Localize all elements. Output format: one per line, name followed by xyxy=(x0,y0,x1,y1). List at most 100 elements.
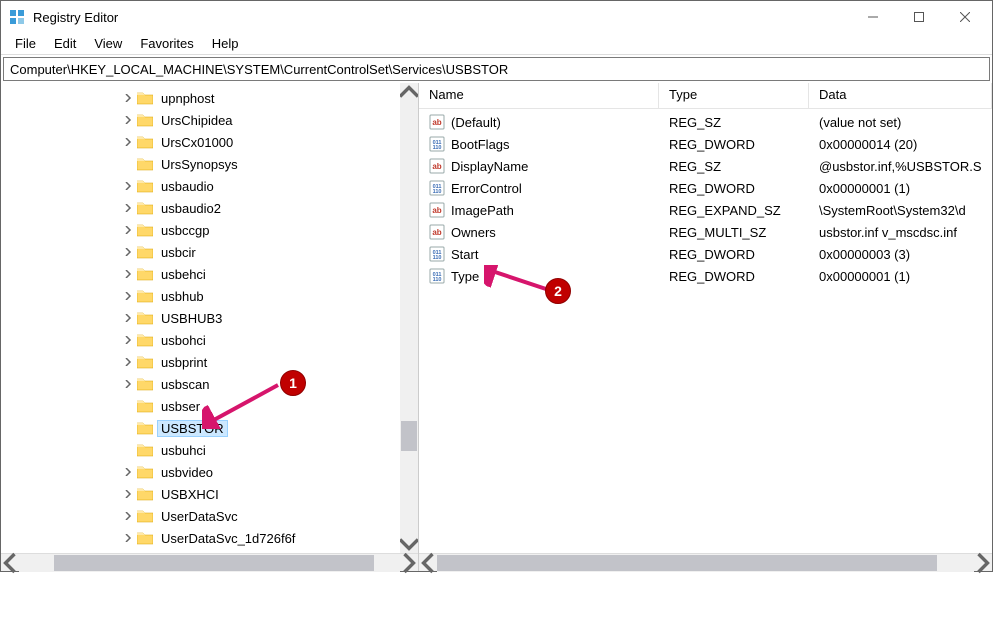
chevron-right-icon[interactable] xyxy=(121,91,135,105)
menu-help[interactable]: Help xyxy=(204,34,247,53)
tree-item-label: usbccgp xyxy=(157,222,213,239)
value-type: REG_DWORD xyxy=(659,137,809,152)
chevron-right-icon[interactable] xyxy=(121,267,135,281)
menu-view[interactable]: View xyxy=(86,34,130,53)
value-row-errorcontrol[interactable]: ErrorControlREG_DWORD0x00000001 (1) xyxy=(419,177,992,199)
tree-item-label: UserDataSvc xyxy=(157,508,242,525)
column-name[interactable]: Name xyxy=(419,83,659,108)
chevron-right-icon[interactable] xyxy=(121,333,135,347)
scroll-up-icon[interactable] xyxy=(400,83,418,101)
chevron-right-icon[interactable] xyxy=(121,355,135,369)
address-bar[interactable]: Computer\HKEY_LOCAL_MACHINE\SYSTEM\Curre… xyxy=(3,57,990,81)
tree-item-label: usbvideo xyxy=(157,464,217,481)
folder-icon xyxy=(137,531,153,545)
tree-item-userdatasvc_1d726f6f[interactable]: UserDataSvc_1d726f6f xyxy=(1,527,418,549)
chevron-right-icon[interactable] xyxy=(121,531,135,545)
value-name: Type xyxy=(451,269,479,284)
folder-icon xyxy=(137,201,153,215)
tree-item-usbccgp[interactable]: usbccgp xyxy=(1,219,418,241)
tree-item-usbehci[interactable]: usbehci xyxy=(1,263,418,285)
value-row-start[interactable]: StartREG_DWORD0x00000003 (3) xyxy=(419,243,992,265)
column-data[interactable]: Data xyxy=(809,83,992,108)
tree-hscrollbar[interactable] xyxy=(1,553,418,571)
folder-icon xyxy=(137,245,153,259)
tree-item-usbhub[interactable]: usbhub xyxy=(1,285,418,307)
tree-item-usbxhci[interactable]: USBXHCI xyxy=(1,483,418,505)
folder-icon xyxy=(137,465,153,479)
annotation-badge-2: 2 xyxy=(545,278,571,304)
value-name: ImagePath xyxy=(451,203,514,218)
chevron-right-icon xyxy=(121,443,135,457)
hscroll-thumb[interactable] xyxy=(437,555,937,571)
tree-item-label: usbohci xyxy=(157,332,210,349)
folder-icon xyxy=(137,421,153,435)
tree-item-label: usbuhci xyxy=(157,442,210,459)
tree-item-usbprint[interactable]: usbprint xyxy=(1,351,418,373)
list-hscrollbar[interactable] xyxy=(419,553,992,571)
column-type[interactable]: Type xyxy=(659,83,809,108)
list-header: Name Type Data xyxy=(419,83,992,109)
chevron-right-icon[interactable] xyxy=(121,487,135,501)
reg-sz-icon xyxy=(429,158,445,174)
chevron-right-icon[interactable] xyxy=(121,179,135,193)
value-row-imagepath[interactable]: ImagePathREG_EXPAND_SZ\SystemRoot\System… xyxy=(419,199,992,221)
close-button[interactable] xyxy=(942,1,988,33)
maximize-button[interactable] xyxy=(896,1,942,33)
tree-item-userdatasvc[interactable]: UserDataSvc xyxy=(1,505,418,527)
chevron-right-icon[interactable] xyxy=(121,135,135,149)
tree-item-usbvideo[interactable]: usbvideo xyxy=(1,461,418,483)
tree-item-usbaudio[interactable]: usbaudio xyxy=(1,175,418,197)
folder-icon xyxy=(137,157,153,171)
chevron-right-icon[interactable] xyxy=(121,223,135,237)
value-type: REG_DWORD xyxy=(659,269,809,284)
scroll-left-icon[interactable] xyxy=(1,554,19,572)
chevron-right-icon[interactable] xyxy=(121,311,135,325)
chevron-right-icon[interactable] xyxy=(121,201,135,215)
tree-item-urscx01000[interactable]: UrsCx01000 xyxy=(1,131,418,153)
list-pane: Name Type Data (Default)REG_SZ(value not… xyxy=(419,83,992,571)
chevron-right-icon[interactable] xyxy=(121,377,135,391)
tree-item-label: UrsChipidea xyxy=(157,112,237,129)
window-title: Registry Editor xyxy=(33,10,118,25)
tree-item-usbhub3[interactable]: USBHUB3 xyxy=(1,307,418,329)
list-body[interactable]: (Default)REG_SZ(value not set)BootFlagsR… xyxy=(419,109,992,553)
chevron-right-icon[interactable] xyxy=(121,289,135,303)
vscroll-thumb[interactable] xyxy=(401,421,417,451)
tree-item-usbcir[interactable]: usbcir xyxy=(1,241,418,263)
tree-item-usbaudio2[interactable]: usbaudio2 xyxy=(1,197,418,219)
tree-item-label: UserDataSvc_1d726f6f xyxy=(157,530,299,547)
chevron-right-icon[interactable] xyxy=(121,245,135,259)
chevron-right-icon[interactable] xyxy=(121,113,135,127)
tree-scroll[interactable]: upnphost UrsChipidea UrsCx01000UrsSynopsys… xyxy=(1,83,418,553)
folder-icon xyxy=(137,399,153,413)
menu-favorites[interactable]: Favorites xyxy=(132,34,201,53)
value-row-bootflags[interactable]: BootFlagsREG_DWORD0x00000014 (20) xyxy=(419,133,992,155)
hscroll-thumb[interactable] xyxy=(54,555,374,571)
value-row-owners[interactable]: OwnersREG_MULTI_SZusbstor.inf v_mscdsc.i… xyxy=(419,221,992,243)
chevron-right-icon xyxy=(121,157,135,171)
minimize-button[interactable] xyxy=(850,1,896,33)
scroll-down-icon[interactable] xyxy=(400,535,418,553)
address-text: Computer\HKEY_LOCAL_MACHINE\SYSTEM\Curre… xyxy=(10,62,508,77)
value-row-displayname[interactable]: DisplayNameREG_SZ@usbstor.inf,%USBSTOR.S xyxy=(419,155,992,177)
tree-item-usbohci[interactable]: usbohci xyxy=(1,329,418,351)
value-row-default[interactable]: (Default)REG_SZ(value not set) xyxy=(419,111,992,133)
reg-binary-icon xyxy=(429,180,445,196)
titlebar[interactable]: Registry Editor xyxy=(1,1,992,33)
chevron-right-icon[interactable] xyxy=(121,509,135,523)
tree-item-usbuhci[interactable]: usbuhci xyxy=(1,439,418,461)
tree-item-upnphost[interactable]: upnphost xyxy=(1,87,418,109)
value-data: usbstor.inf v_mscdsc.inf xyxy=(809,225,992,240)
annotation-badge-1: 1 xyxy=(280,370,306,396)
menu-edit[interactable]: Edit xyxy=(46,34,84,53)
tree-vscrollbar[interactable] xyxy=(400,83,418,553)
menu-file[interactable]: File xyxy=(7,34,44,53)
tree-item-urschipidea[interactable]: UrsChipidea xyxy=(1,109,418,131)
folder-icon xyxy=(137,355,153,369)
scroll-right-icon[interactable] xyxy=(974,554,992,572)
chevron-right-icon[interactable] xyxy=(121,465,135,479)
folder-icon xyxy=(137,113,153,127)
value-data: 0x00000014 (20) xyxy=(809,137,992,152)
scroll-left-icon[interactable] xyxy=(419,554,437,572)
tree-item-urssynopsys[interactable]: UrsSynopsys xyxy=(1,153,418,175)
